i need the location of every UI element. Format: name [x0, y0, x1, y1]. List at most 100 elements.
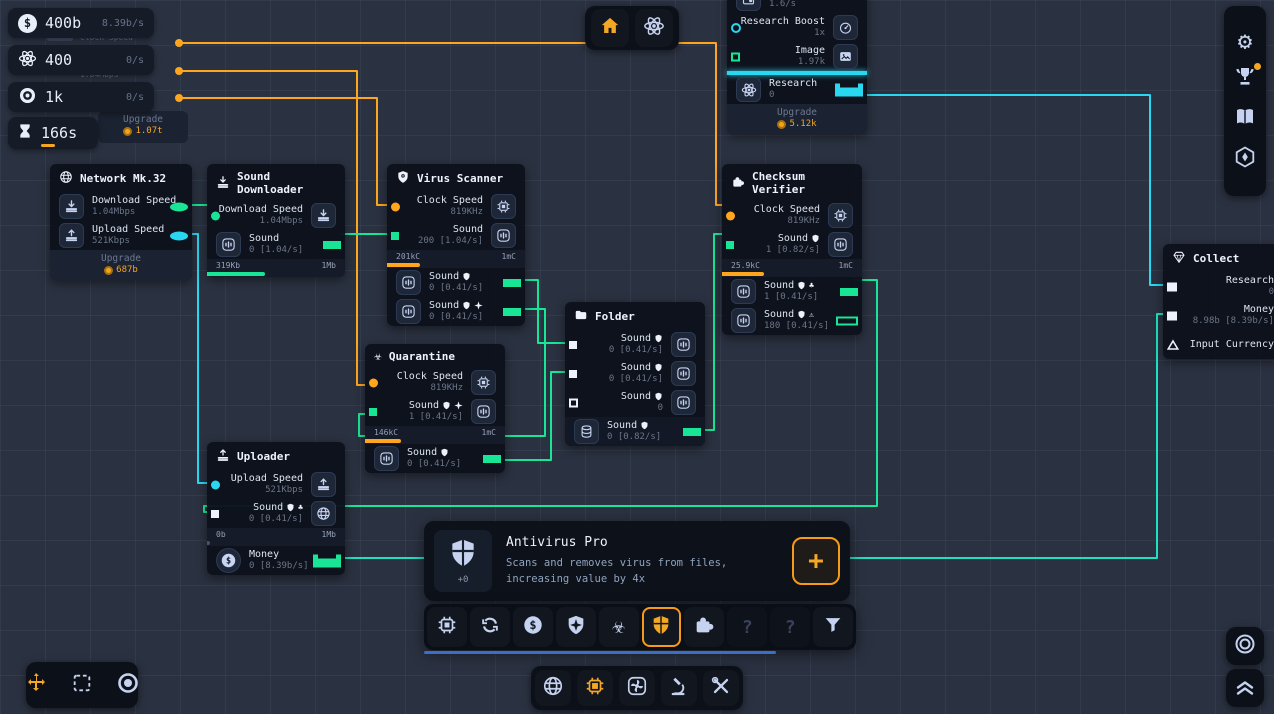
money-counter: $ 400b 8.39b/s	[8, 8, 154, 38]
collapse-button[interactable]	[1226, 669, 1264, 707]
dock-research-tab[interactable]	[661, 670, 697, 706]
settings-gear-icon[interactable]: ⚙	[1238, 29, 1252, 53]
output-port-1[interactable]	[503, 278, 521, 287]
home-tab[interactable]	[591, 9, 629, 47]
dock-hardware-tab[interactable]	[577, 670, 613, 706]
upload-output-port[interactable]	[170, 231, 188, 240]
shop-tab-shield-selected[interactable]	[641, 607, 682, 647]
sound-input-port[interactable]	[369, 407, 377, 416]
game-canvas[interactable]: Clock Speed 1.04Mbps Upgrade 1.07t $ 400…	[0, 0, 1274, 714]
clock-speed-row: Clock Speed 819KHz	[365, 368, 505, 397]
clock-input-port[interactable]	[369, 378, 378, 387]
node-sound-downloader[interactable]: Sound Downloader Download Speed 1.04Mbps…	[207, 164, 345, 277]
research-input-row: Research 0	[1163, 272, 1274, 301]
sound-output-port[interactable]	[323, 240, 341, 249]
crystal-icon	[1172, 250, 1186, 267]
node-title: Collect	[1193, 252, 1240, 265]
row-value: 0 [0.41/s]	[429, 283, 484, 294]
output-port-2[interactable]	[503, 307, 521, 316]
shop-tab-locked-2: ?	[770, 607, 811, 647]
shop-toolbar-scrollbar[interactable]	[424, 651, 776, 654]
money-input-port[interactable]	[1167, 311, 1177, 320]
money-output-row: $ Money 0 [8.39b/s]	[207, 546, 345, 575]
sound-icon	[671, 361, 696, 386]
image-input-port[interactable]	[731, 52, 740, 61]
shop-tab-puzzle[interactable]	[684, 607, 725, 647]
sound-merged-output-row: Sound 0 [0.82/s]	[565, 417, 705, 446]
node-quarantine[interactable]: ☣ Quarantine Clock Speed 819KHz Sound 1 …	[365, 344, 505, 473]
row-value: 0 [1.04/s]	[249, 245, 304, 256]
shop-tab-cpu[interactable]	[427, 607, 467, 647]
node-checksum-verifier[interactable]: Checksum Verifier Clock Speed 819KHz Sou…	[722, 164, 862, 335]
download-output-port[interactable]	[170, 202, 188, 211]
sound-clean-output-row: Sound 0 [0.41/s]	[387, 268, 525, 297]
buy-button[interactable]: +	[792, 537, 840, 585]
svg-text:$: $	[529, 618, 536, 632]
row-value: 0 [0.41/s]	[429, 312, 484, 323]
shop-tab-filter[interactable]	[813, 607, 854, 647]
node-network[interactable]: Network Mk.32 Download Speed 1.04Mbps Up…	[50, 164, 192, 280]
sound-input-port[interactable]	[391, 231, 399, 240]
research-value: 400	[45, 51, 73, 69]
dock-network-tab[interactable]	[535, 670, 571, 706]
research-counter: 400 0/s	[8, 45, 154, 75]
prestige-hex-icon[interactable]	[1233, 145, 1257, 173]
money-output-port[interactable]	[313, 554, 341, 567]
hud-upgrade-button[interactable]: Upgrade 1.07t	[98, 111, 188, 143]
ring-target-icon	[1233, 632, 1257, 660]
dock-cooling-tab[interactable]	[619, 670, 655, 706]
focus-button[interactable]	[1226, 627, 1264, 665]
wiki-book-icon[interactable]	[1233, 105, 1257, 133]
node-uploader[interactable]: Uploader Upload Speed 521Kbps Sound ♣ 0 …	[207, 442, 345, 575]
research-upgrade-button[interactable]: Upgrade 5.12k	[727, 104, 867, 134]
node-folder[interactable]: Folder Sound 0 [0.41/s] Sound 0 [0.41/s]…	[565, 302, 705, 446]
sound-input-port[interactable]	[726, 240, 734, 249]
node-collect[interactable]: Collect Research 0 Money 8.98b [8.39b/s]…	[1163, 244, 1274, 359]
sound-input-row: Sound 200 [1.04/s]	[387, 221, 525, 250]
input-port-2[interactable]	[569, 369, 577, 378]
shop-tab-refresh[interactable]	[469, 607, 510, 647]
input-port-1[interactable]	[569, 340, 577, 349]
shop-tab-biohazard[interactable]: ☣	[598, 607, 639, 647]
node-title: Virus Scanner	[417, 172, 504, 185]
speed-input-port[interactable]	[211, 211, 220, 220]
output-port[interactable]	[683, 427, 701, 436]
output-port-1[interactable]	[840, 287, 858, 296]
row-value: 0 [0.41/s]	[608, 345, 663, 356]
speed-input-port[interactable]	[211, 480, 220, 489]
svg-text:$: $	[226, 556, 231, 566]
buffer-max: 1mC	[481, 428, 496, 437]
research-boost-input-port[interactable]	[731, 22, 741, 33]
buffer-bar	[387, 263, 421, 267]
target-icon	[18, 86, 37, 109]
achievements-trophy-icon[interactable]	[1233, 63, 1261, 93]
research-input-port[interactable]	[1167, 282, 1177, 291]
shop-tab-virus-shield[interactable]	[555, 607, 596, 647]
node-title: Uploader	[237, 450, 290, 463]
sound-output-row: Sound 0 [1.04/s]	[207, 230, 345, 259]
clock-input-port[interactable]	[726, 211, 735, 220]
buffer-max: 1Mb	[321, 530, 336, 539]
circle-tool[interactable]	[109, 666, 147, 704]
research-tab[interactable]	[635, 9, 673, 47]
output-port[interactable]	[483, 454, 501, 463]
sound-input-port[interactable]	[211, 509, 219, 518]
node-virus-scanner[interactable]: Virus Scanner Clock Speed 819KHz Sound 2…	[387, 164, 525, 326]
marquee-select-tool[interactable]	[63, 666, 101, 704]
shield-tag-icon	[442, 401, 451, 410]
network-upgrade-button[interactable]: Upgrade 687b	[50, 250, 192, 280]
output-port-2[interactable]	[836, 316, 858, 325]
row-label: Input Currency	[1189, 339, 1274, 350]
clock-input-port[interactable]	[391, 202, 400, 211]
row-value: 200 [1.04/s]	[417, 236, 483, 247]
move-tool[interactable]	[17, 666, 55, 704]
virus-shield-icon	[565, 614, 587, 640]
download-speed-row: Download Speed 1.04Mbps	[207, 201, 345, 230]
research-station-panel[interactable]: Research Speed 1.6/s Research Boost 1x I…	[727, 0, 867, 134]
currency-input-port[interactable]	[1166, 335, 1180, 354]
input-port-3[interactable]	[569, 398, 578, 407]
shop-tab-money[interactable]: $	[512, 607, 553, 647]
upgrade-label: Upgrade	[100, 253, 142, 264]
dock-tools-tab[interactable]	[703, 670, 739, 706]
research-output-port[interactable]	[835, 83, 863, 96]
